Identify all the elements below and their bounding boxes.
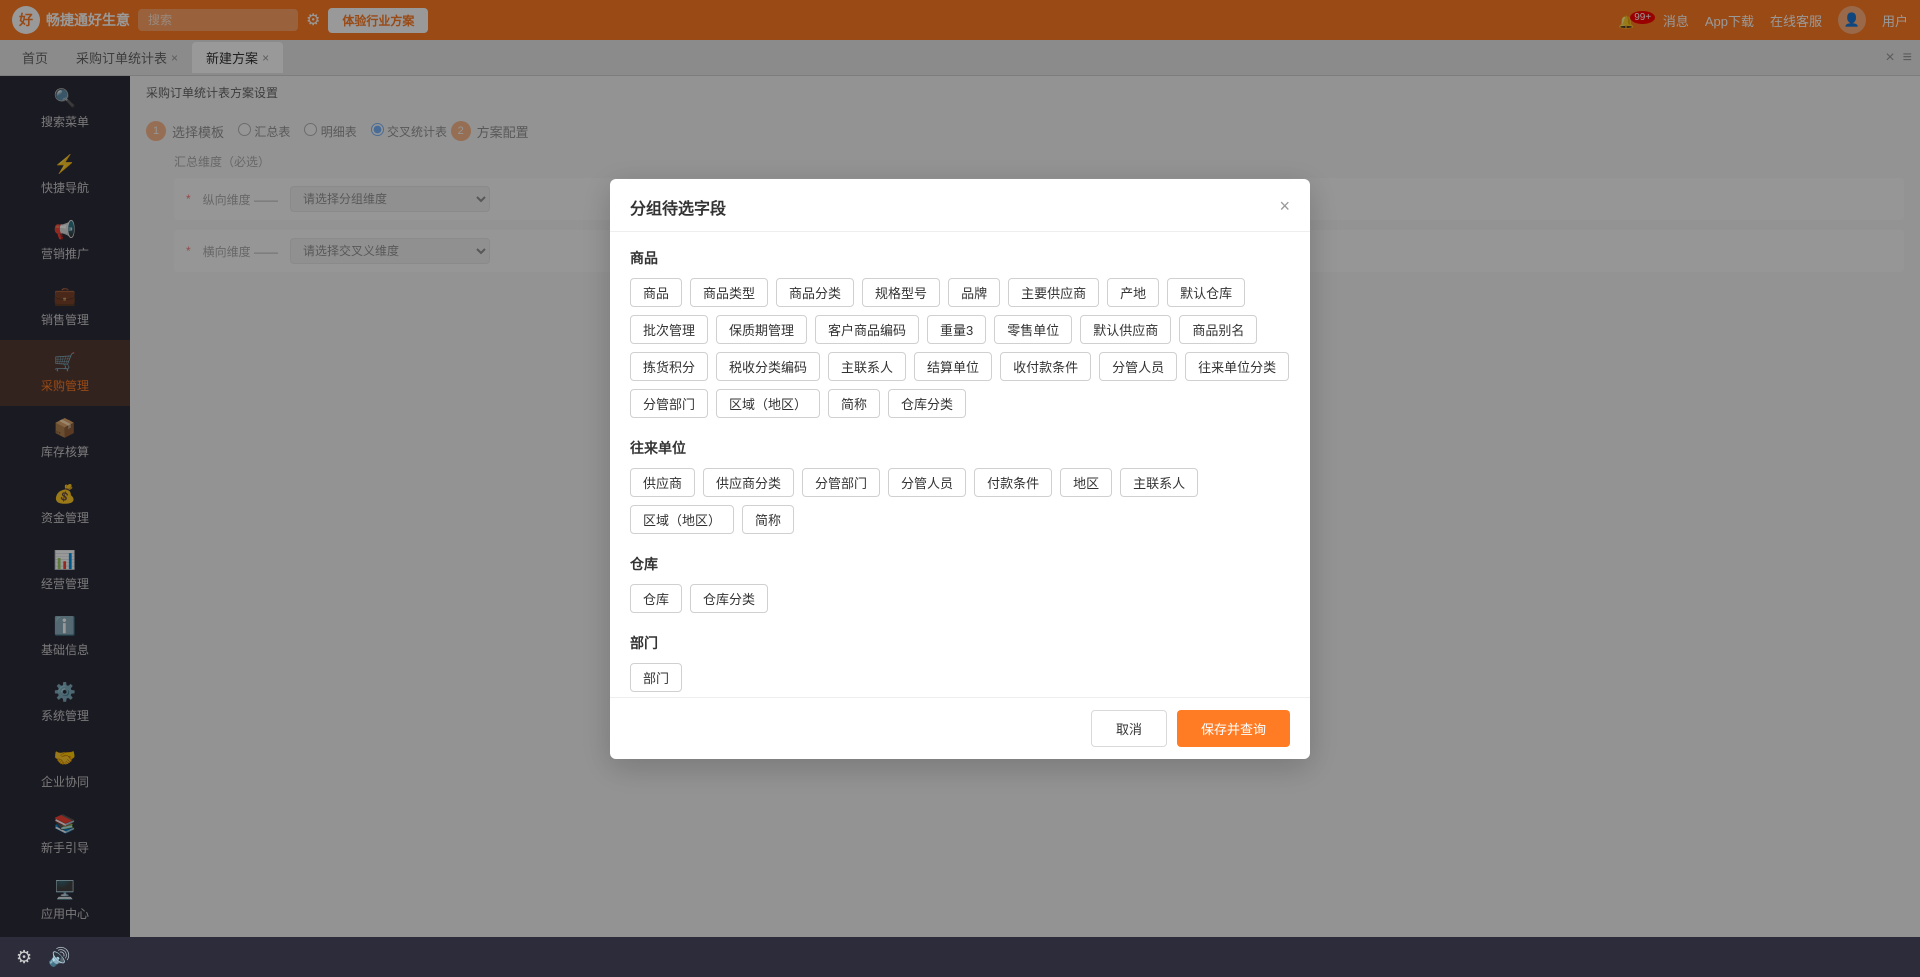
bottom-settings-button[interactable]: ⚙ (16, 947, 32, 968)
field-tag[interactable]: 保质期管理 (716, 315, 807, 344)
section-department-title: 部门 (630, 633, 1290, 653)
field-tag[interactable]: 商品 (630, 278, 682, 307)
modal-body: 商品 商品 商品类型 商品分类 规格型号 品牌 主要供应商 产地 默认仓库 批次… (610, 232, 1310, 697)
field-tag[interactable]: 分管部门 (630, 389, 708, 418)
section-partner-fields: 供应商 供应商分类 分管部门 分管人员 付款条件 地区 主联系人 区域（地区） … (630, 468, 1290, 534)
section-partner-title: 往来单位 (630, 438, 1290, 458)
field-tag[interactable]: 商品分类 (776, 278, 854, 307)
field-tag[interactable]: 分管部门 (802, 468, 880, 497)
field-tag[interactable]: 部门 (630, 663, 682, 692)
bottom-volume-button[interactable]: 🔊 (48, 947, 70, 968)
field-tag[interactable]: 拣货积分 (630, 352, 708, 381)
section-goods-fields: 商品 商品类型 商品分类 规格型号 品牌 主要供应商 产地 默认仓库 批次管理 … (630, 278, 1290, 418)
field-tag[interactable]: 规格型号 (862, 278, 940, 307)
field-tag[interactable]: 付款条件 (974, 468, 1052, 497)
field-tag[interactable]: 重量3 (927, 315, 986, 344)
field-tag[interactable]: 区域（地区） (716, 389, 820, 418)
modal-title: 分组待选字段 (630, 195, 726, 219)
section-warehouse-title: 仓库 (630, 554, 1290, 574)
section-partner: 往来单位 供应商 供应商分类 分管部门 分管人员 付款条件 地区 主联系人 区域… (630, 438, 1290, 534)
field-tag[interactable]: 产地 (1107, 278, 1159, 307)
field-tag[interactable]: 分管人员 (1099, 352, 1177, 381)
bottom-bar: ⚙ 🔊 (0, 937, 1920, 977)
section-warehouse: 仓库 仓库 仓库分类 (630, 554, 1290, 613)
field-tag[interactable]: 主联系人 (1120, 468, 1198, 497)
section-department-fields: 部门 (630, 663, 1290, 692)
field-tag[interactable]: 仓库分类 (690, 584, 768, 613)
field-select-modal: 分组待选字段 × 商品 商品 商品类型 商品分类 规格型号 品牌 主要供应商 (610, 179, 1310, 759)
field-tag[interactable]: 结算单位 (914, 352, 992, 381)
section-department: 部门 部门 (630, 633, 1290, 692)
section-warehouse-fields: 仓库 仓库分类 (630, 584, 1290, 613)
field-tag[interactable]: 往来单位分类 (1185, 352, 1289, 381)
field-tag[interactable]: 简称 (742, 505, 794, 534)
main-layout: 🔍 搜索菜单 ⚡ 快捷导航 📢 营销推广 💼 销售管理 🛒 采购管理 📦 库存核… (0, 76, 1920, 937)
field-tag[interactable]: 税收分类编码 (716, 352, 820, 381)
field-tag[interactable]: 商品类型 (690, 278, 768, 307)
field-tag[interactable]: 分管人员 (888, 468, 966, 497)
field-tag[interactable]: 仓库 (630, 584, 682, 613)
section-goods-title: 商品 (630, 248, 1290, 268)
field-tag[interactable]: 零售单位 (994, 315, 1072, 344)
field-tag[interactable]: 默认仓库 (1167, 278, 1245, 307)
field-tag[interactable]: 主要供应商 (1008, 278, 1099, 307)
field-tag[interactable]: 供应商 (630, 468, 695, 497)
field-tag[interactable]: 供应商分类 (703, 468, 794, 497)
field-tag[interactable]: 区域（地区） (630, 505, 734, 534)
field-tag[interactable]: 地区 (1060, 468, 1112, 497)
field-tag[interactable]: 品牌 (948, 278, 1000, 307)
field-tag[interactable]: 仓库分类 (888, 389, 966, 418)
modal-cancel-button[interactable]: 取消 (1091, 710, 1167, 747)
field-tag[interactable]: 商品别名 (1179, 315, 1257, 344)
modal-close-button[interactable]: × (1279, 196, 1290, 217)
field-tag[interactable]: 收付款条件 (1000, 352, 1091, 381)
section-goods: 商品 商品 商品类型 商品分类 规格型号 品牌 主要供应商 产地 默认仓库 批次… (630, 248, 1290, 418)
field-tag[interactable]: 批次管理 (630, 315, 708, 344)
field-tag[interactable]: 简称 (828, 389, 880, 418)
modal-overlay: 分组待选字段 × 商品 商品 商品类型 商品分类 规格型号 品牌 主要供应商 (130, 76, 1920, 937)
main-content: 采购订单统计表方案设置 1 选择模板 汇总表 明细表 交叉统计表 2 方案配置 … (130, 76, 1920, 937)
field-tag[interactable]: 默认供应商 (1080, 315, 1171, 344)
field-tag[interactable]: 客户商品编码 (815, 315, 919, 344)
modal-confirm-button[interactable]: 保存并查询 (1177, 710, 1290, 747)
modal-header: 分组待选字段 × (610, 179, 1310, 232)
field-tag[interactable]: 主联系人 (828, 352, 906, 381)
modal-footer: 取消 保存并查询 (610, 697, 1310, 759)
